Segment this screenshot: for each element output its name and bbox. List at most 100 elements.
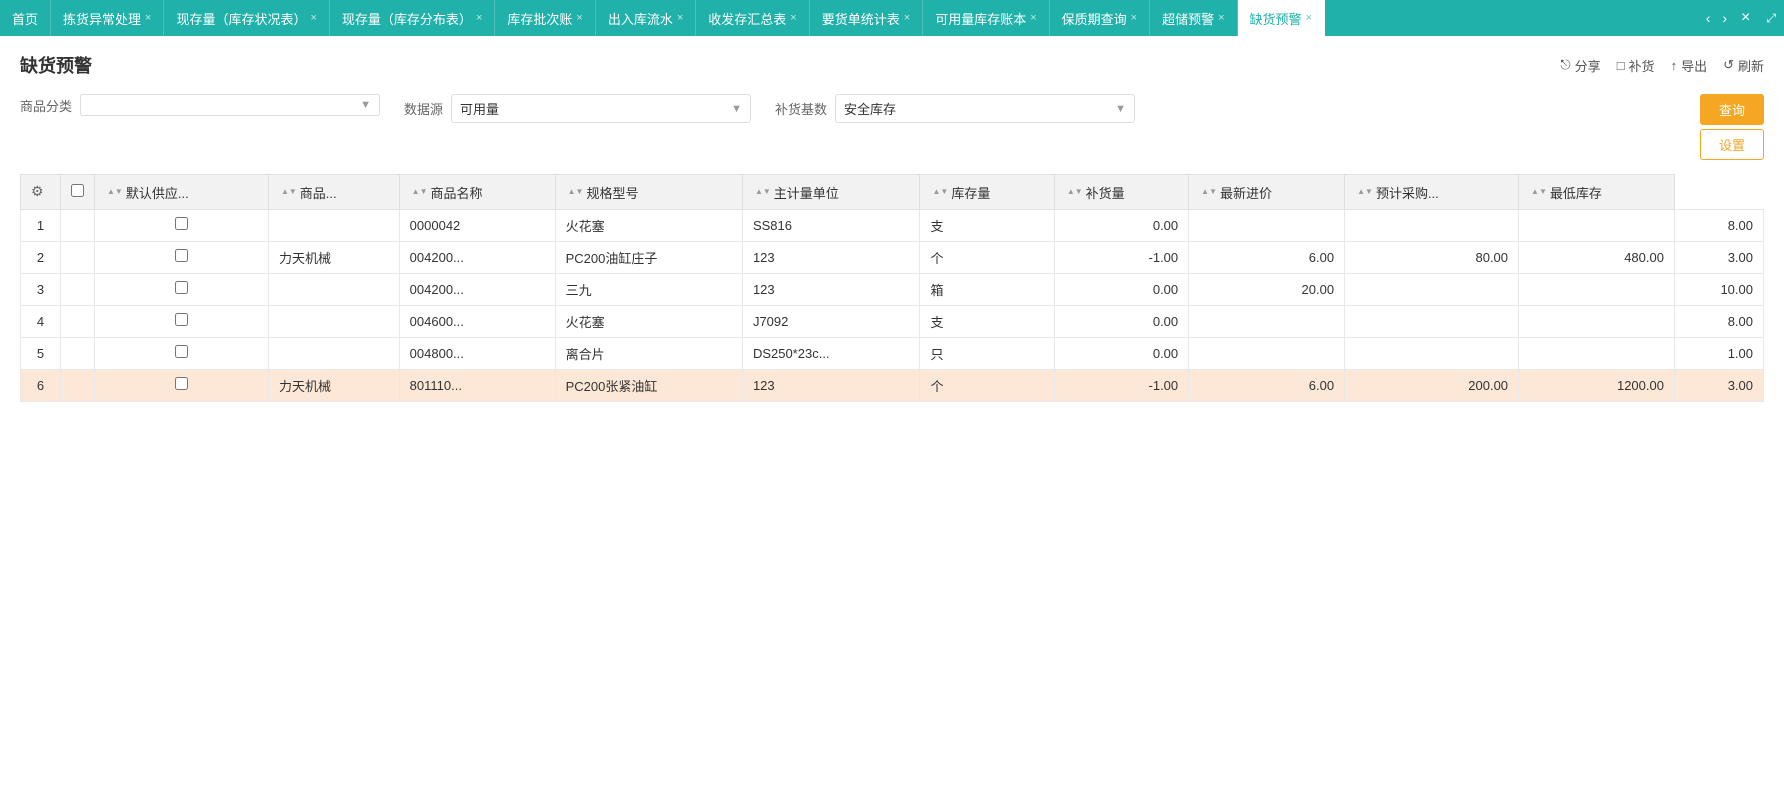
page-title: 缺货预警 <box>20 52 92 78</box>
row-est-purchase: 480.00 <box>1519 241 1675 273</box>
tab-quality-query[interactable]: 保质期查询 × <box>1050 0 1150 36</box>
category-select[interactable]: ▼ <box>80 94 380 116</box>
row-check-cell[interactable] <box>95 305 269 337</box>
row-goods-code: 0000042 <box>399 209 555 241</box>
nav-arrows: ‹ › × ⤢ <box>1700 0 1784 36</box>
table-row: 5 004800... 离合片 DS250*23c... 只 0.00 1.00 <box>21 337 1764 369</box>
row-checkbox-2[interactable] <box>175 281 188 294</box>
datasource-label: 数据源 <box>404 99 443 118</box>
th-unit-sort-icon: ▲▼ <box>755 188 771 196</box>
category-arrow-icon: ▼ <box>360 99 371 111</box>
row-goods-name: PC200油缸庄子 <box>555 241 742 273</box>
row-spec: DS250*23c... <box>742 337 920 369</box>
tab-requisition-stats[interactable]: 要货单统计表 × <box>810 0 923 36</box>
row-checkbox-4[interactable] <box>175 345 188 358</box>
nav-tabs: 首页 拣货异常处理 × 现存量（库存状况表） × 现存量（库存分布表） × 库存… <box>0 0 1784 36</box>
th-goods-name[interactable]: ▲▼ 商品名称 <box>399 175 555 210</box>
close-tab-7[interactable]: × <box>904 12 910 24</box>
th-unit[interactable]: ▲▼ 主计量单位 <box>742 175 920 210</box>
row-goods-name: 火花塞 <box>555 209 742 241</box>
share-button[interactable]: ⎋ 分享 <box>1560 56 1600 75</box>
close-tab-10[interactable]: × <box>1218 12 1224 24</box>
scroll-tabs-right[interactable]: › <box>1716 0 1733 36</box>
close-tab-11[interactable]: × <box>1306 12 1312 24</box>
th-stock-sort-icon: ▲▼ <box>932 188 948 196</box>
row-check-cell[interactable] <box>95 273 269 305</box>
tab-inout-flow[interactable]: 出入库流水 × <box>596 0 696 36</box>
datasource-arrow-icon: ▼ <box>731 103 742 115</box>
row-check-cell[interactable] <box>95 369 269 401</box>
row-check-cell[interactable] <box>95 241 269 273</box>
replenish-basis-select[interactable]: 安全库存 ▼ <box>835 94 1135 123</box>
tab-stock-dist[interactable]: 现存量（库存分布表） × <box>330 0 495 36</box>
fullscreen-btn[interactable]: ⤢ <box>1758 0 1784 36</box>
tab-shortage-warning[interactable]: 缺货预警 × <box>1238 0 1325 36</box>
row-latest-price: 200.00 <box>1345 369 1519 401</box>
datasource-select[interactable]: 可用量 ▼ <box>451 94 751 123</box>
scroll-tabs-left[interactable]: ‹ <box>1700 0 1717 36</box>
th-spec[interactable]: ▲▼ 规格型号 <box>555 175 742 210</box>
close-tab-3[interactable]: × <box>476 12 482 24</box>
th-goods-code[interactable]: ▲▼ 商品... <box>268 175 399 210</box>
close-all-tabs[interactable]: × <box>1733 0 1758 36</box>
row-settings-cell <box>61 305 95 337</box>
tab-receipt-summary[interactable]: 收发存汇总表 × <box>696 0 809 36</box>
row-stock: 0.00 <box>1054 209 1188 241</box>
tab-stock-status[interactable]: 现存量（库存状况表） × <box>164 0 329 36</box>
row-check-cell[interactable] <box>95 209 269 241</box>
close-tab-8[interactable]: × <box>1030 12 1036 24</box>
row-latest-price <box>1345 337 1519 369</box>
close-tab-6[interactable]: × <box>790 12 796 24</box>
tab-home[interactable]: 首页 <box>0 0 51 36</box>
th-check[interactable] <box>61 175 95 210</box>
th-supplier[interactable]: ▲▼ 默认供应... <box>95 175 269 210</box>
th-est-purchase[interactable]: ▲▼ 预计采购... <box>1345 175 1519 210</box>
table-row: 4 004600... 火花塞 J7092 支 0.00 8.00 <box>21 305 1764 337</box>
settings-gear-icon: ⚙ <box>31 183 44 199</box>
row-spec: J7092 <box>742 305 920 337</box>
row-est-purchase <box>1519 337 1675 369</box>
row-supplier <box>268 305 399 337</box>
th-replenish[interactable]: ▲▼ 补货量 <box>1054 175 1188 210</box>
row-replenish: 6.00 <box>1189 369 1345 401</box>
row-checkbox-5[interactable] <box>175 377 188 390</box>
header-actions: ⎋ 分享 □ 补货 ↑ 导出 ↺ 刷新 <box>1560 56 1764 75</box>
row-goods-code: 004200... <box>399 273 555 305</box>
replenish-button[interactable]: □ 补货 <box>1617 56 1655 75</box>
row-checkbox-1[interactable] <box>175 249 188 262</box>
row-min-stock: 8.00 <box>1674 209 1763 241</box>
th-min-stock[interactable]: ▲▼ 最低库存 <box>1519 175 1675 210</box>
row-est-purchase <box>1519 209 1675 241</box>
row-goods-code: 801110... <box>399 369 555 401</box>
replenish-basis-filter-group: 补货基数 安全库存 ▼ <box>775 94 1135 123</box>
datasource-value: 可用量 <box>460 99 499 118</box>
th-stock[interactable]: ▲▼ 库存量 <box>920 175 1054 210</box>
th-settings[interactable]: ⚙ <box>21 175 61 210</box>
th-min-stock-sort-icon: ▲▼ <box>1531 188 1547 196</box>
close-tab-5[interactable]: × <box>677 12 683 24</box>
close-tab-2[interactable]: × <box>310 12 316 24</box>
row-est-purchase <box>1519 273 1675 305</box>
row-replenish: 20.00 <box>1189 273 1345 305</box>
row-goods-name: PC200张紧油缸 <box>555 369 742 401</box>
close-tab-1[interactable]: × <box>145 12 151 24</box>
export-icon: ↑ <box>1671 58 1678 73</box>
tab-batch-account[interactable]: 库存批次账 × <box>495 0 595 36</box>
close-tab-9[interactable]: × <box>1131 12 1137 24</box>
export-button[interactable]: ↑ 导出 <box>1671 56 1708 75</box>
settings-button[interactable]: 设置 <box>1700 129 1764 160</box>
row-check-cell[interactable] <box>95 337 269 369</box>
tab-overstock-warning[interactable]: 超储预警 × <box>1150 0 1237 36</box>
close-tab-4[interactable]: × <box>576 12 582 24</box>
tab-picking-exception[interactable]: 拣货异常处理 × <box>51 0 164 36</box>
row-checkbox-3[interactable] <box>175 313 188 326</box>
tab-available-ledger[interactable]: 可用量库存账本 × <box>923 0 1049 36</box>
th-latest-price[interactable]: ▲▼ 最新进价 <box>1189 175 1345 210</box>
refresh-button[interactable]: ↺ 刷新 <box>1723 56 1764 75</box>
row-checkbox-0[interactable] <box>175 217 188 230</box>
category-label: 商品分类 <box>20 96 72 115</box>
row-unit: 箱 <box>920 273 1054 305</box>
row-settings-cell <box>61 273 95 305</box>
select-all-checkbox[interactable] <box>71 184 84 197</box>
query-button[interactable]: 查询 <box>1700 94 1764 125</box>
